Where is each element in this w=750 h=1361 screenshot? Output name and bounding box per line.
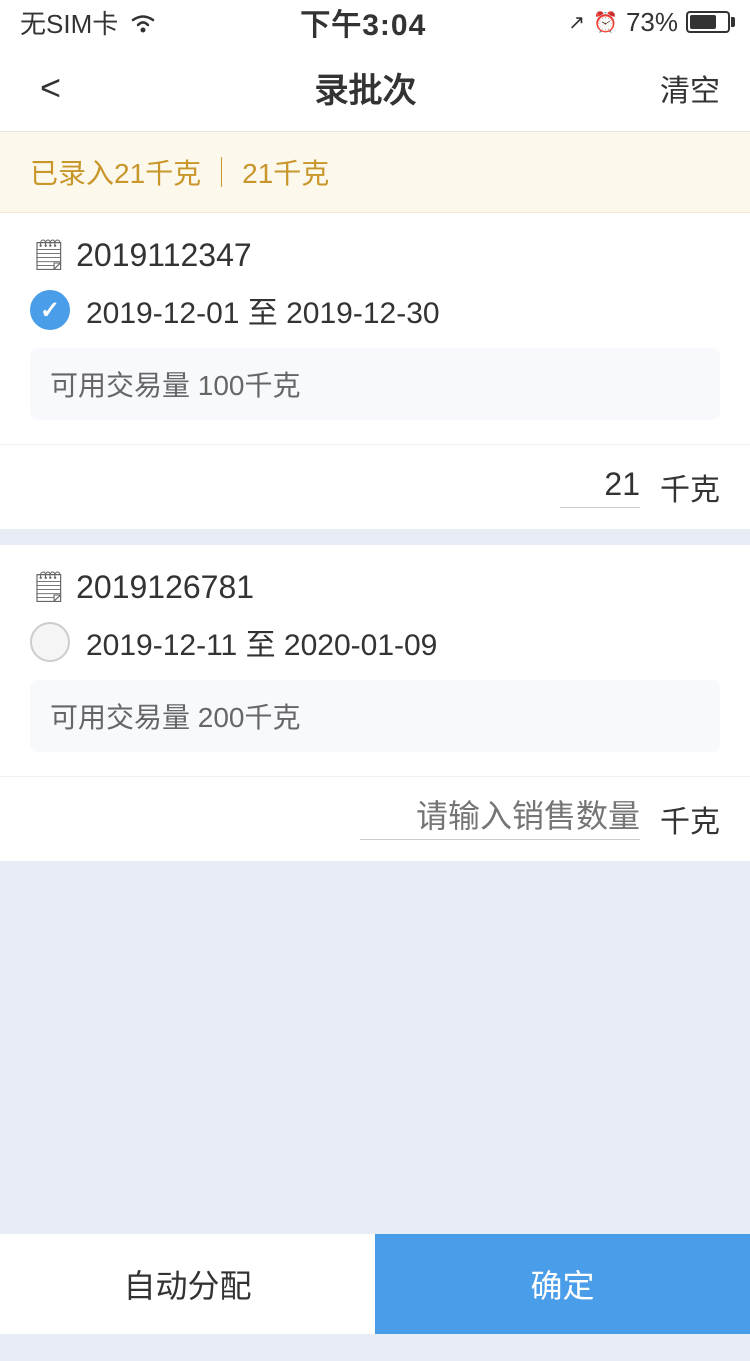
document-icon-1: 🗒 — [30, 238, 68, 273]
clear-button[interactable]: 清空 — [660, 66, 720, 110]
battery-percent: 73% — [626, 7, 678, 38]
status-left: 无SIM卡 — [20, 4, 158, 41]
summary-divider — [221, 157, 222, 187]
amount-row-2: 千克 — [0, 776, 750, 861]
amount-input-1[interactable] — [560, 466, 640, 508]
wifi-icon — [128, 11, 158, 33]
bottom-buttons: 自动分配 确定 — [0, 1234, 750, 1334]
page-title: 录批次 — [315, 63, 417, 112]
amount-input-container-2 — [30, 798, 640, 840]
radio-unselected-2[interactable] — [30, 622, 70, 662]
amount-unit-2: 千克 — [660, 797, 720, 841]
available-row-2: 可用交易量 200千克 — [30, 680, 720, 752]
batch-date-row-2[interactable]: 2019-12-11 至 2020-01-09 — [30, 620, 720, 664]
nav-bar: < 录批次 清空 — [0, 44, 750, 132]
document-icon-2: 🗒 — [30, 570, 68, 605]
radio-selected-1[interactable] — [30, 290, 70, 330]
batch-id-2: 2019126781 — [76, 569, 254, 606]
battery-icon — [686, 11, 730, 33]
batch-date-1: 2019-12-01 至 2019-12-30 — [86, 288, 440, 332]
batch-id-1: 2019112347 — [76, 237, 252, 274]
summary-banner: 已录入21千克 21千克 — [0, 132, 750, 213]
alarm-icon: ⏰ — [593, 10, 618, 35]
auto-distribute-button[interactable]: 自动分配 — [0, 1234, 375, 1334]
batch-card-1: 🗒 2019112347 2019-12-01 至 2019-12-30 可用交… — [0, 213, 750, 529]
batch-card-2: 🗒 2019126781 2019-12-11 至 2020-01-09 可用交… — [0, 545, 750, 861]
batch-date-2: 2019-12-11 至 2020-01-09 — [86, 620, 437, 664]
back-button[interactable]: < — [30, 57, 71, 119]
status-time: 下午3:04 — [300, 0, 426, 44]
location-icon: ↗ — [568, 10, 585, 35]
amount-input-container-1 — [560, 466, 640, 508]
batch-id-row-2: 🗒 2019126781 — [30, 569, 720, 606]
batch-id-row-1: 🗒 2019112347 — [30, 237, 720, 274]
summary-label: 已录入21千克 — [30, 152, 201, 192]
confirm-button[interactable]: 确定 — [375, 1234, 750, 1334]
amount-unit-1: 千克 — [660, 465, 720, 509]
summary-value: 21千克 — [242, 152, 329, 192]
status-bar: 无SIM卡 下午3:04 ↗ ⏰ 73% — [0, 0, 750, 44]
available-row-1: 可用交易量 100千克 — [30, 348, 720, 420]
section-separator — [0, 529, 750, 545]
batch-date-row-1[interactable]: 2019-12-01 至 2019-12-30 — [30, 288, 720, 332]
amount-row-1: 千克 — [0, 444, 750, 529]
carrier-label: 无SIM卡 — [20, 4, 118, 41]
amount-input-2[interactable] — [360, 798, 640, 840]
status-right: ↗ ⏰ 73% — [568, 7, 730, 38]
